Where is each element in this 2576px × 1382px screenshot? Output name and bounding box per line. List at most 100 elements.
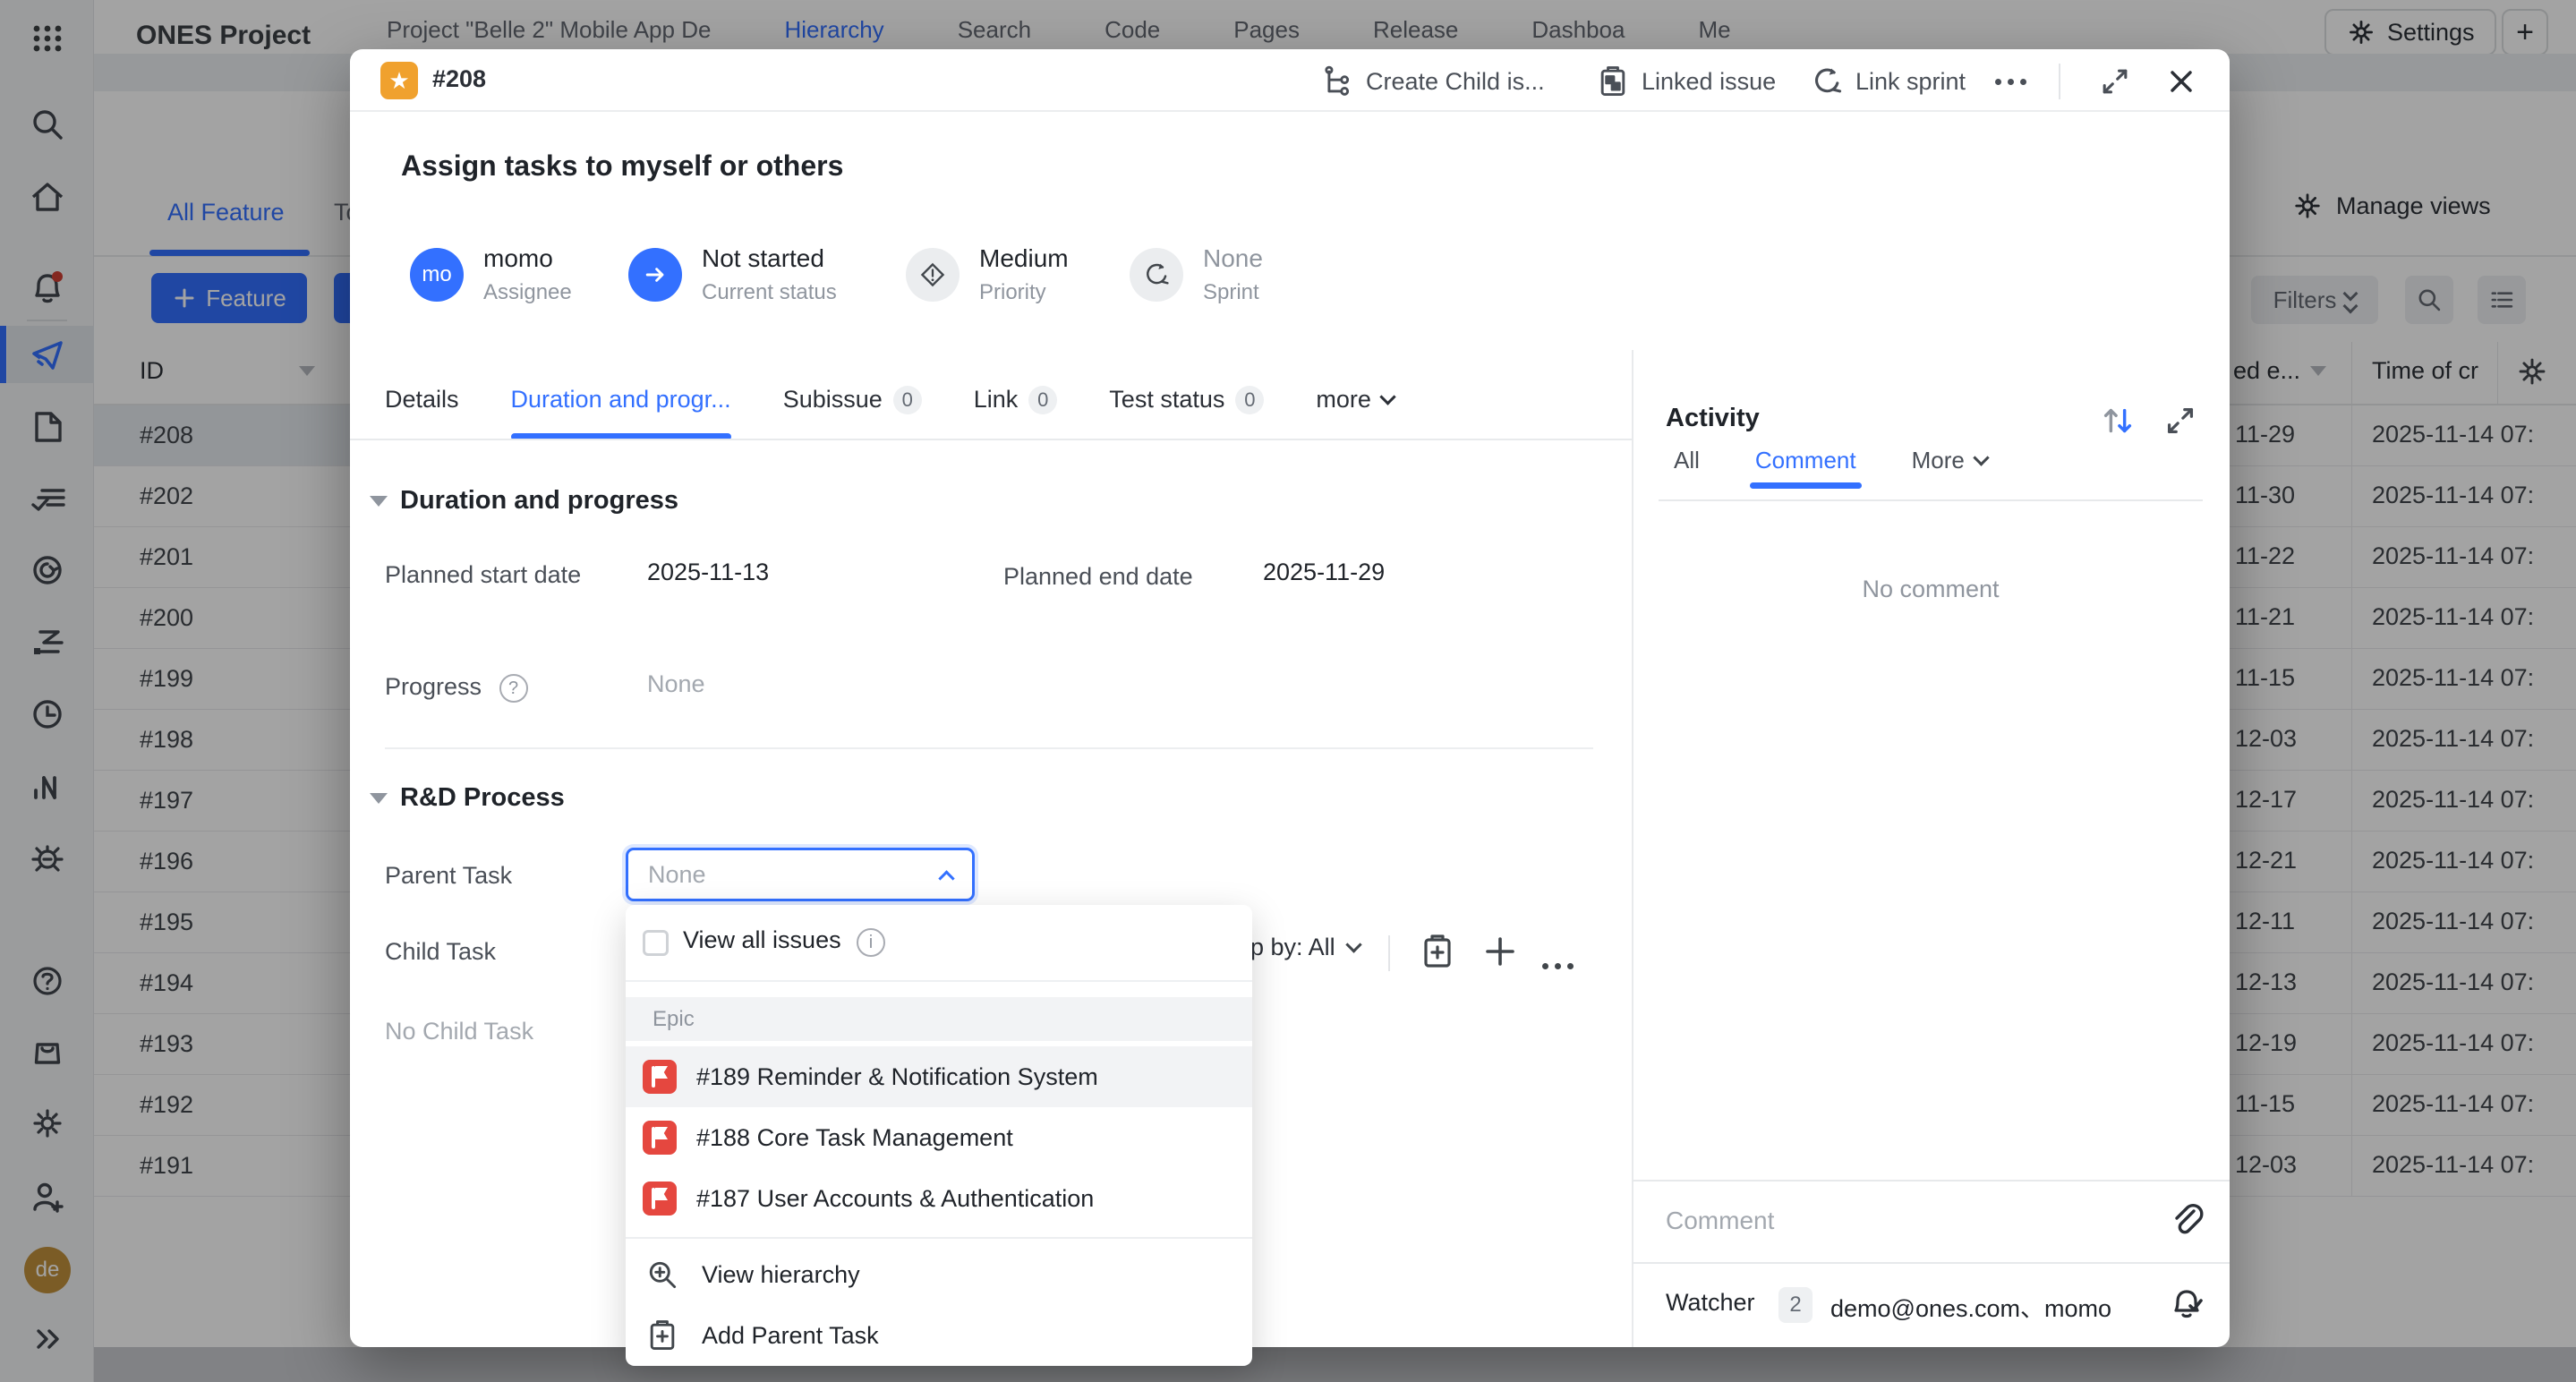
planned-end-label: Planned end date: [1003, 563, 1193, 590]
no-comment-text: No comment: [1862, 576, 2000, 602]
progress-value[interactable]: None: [647, 670, 705, 698]
chevron-down-icon: [1344, 936, 1362, 953]
planned-end-value[interactable]: 2025-11-29: [1263, 559, 1385, 586]
child-task-label: Child Task: [385, 938, 497, 965]
sprint-label: Sprint: [1203, 280, 1259, 304]
assignee-label: Assignee: [483, 280, 572, 304]
subissue-badge: 0: [892, 385, 922, 414]
issue-id: #208: [432, 65, 487, 92]
priority-attribute[interactable]: Medium Priority: [906, 243, 1069, 307]
copy-add-clipboard-icon[interactable]: [1418, 932, 1457, 971]
activity-tab-all[interactable]: All: [1674, 447, 1700, 489]
priority-label: Priority: [979, 280, 1046, 304]
dropdown-option[interactable]: #187 User Accounts & Authentication: [626, 1168, 1252, 1229]
sprint-value: None: [1203, 244, 1263, 272]
epic-flag-icon: [643, 1060, 677, 1094]
create-child-label: Create Child is...: [1366, 67, 1545, 95]
attachment-paperclip-icon[interactable]: [2167, 1201, 2206, 1245]
chevron-down-icon: [1973, 449, 1990, 466]
assignee-avatar: mo: [410, 248, 464, 302]
activity-tabs-border: [1659, 499, 2203, 501]
tab-test-status[interactable]: Test status 0: [1109, 359, 1265, 440]
tab-details[interactable]: Details: [385, 359, 459, 440]
tabs-border: [350, 439, 1632, 440]
test-status-badge: 0: [1235, 385, 1265, 414]
add-child-plus-icon[interactable]: [1480, 932, 1520, 971]
activity-tab-comment[interactable]: Comment: [1749, 447, 1862, 489]
create-child-button[interactable]: Create Child is...: [1319, 62, 1545, 101]
dropdown-option[interactable]: #189 Reminder & Notification System: [626, 1046, 1252, 1107]
planned-start-label: Planned start date: [385, 561, 582, 588]
duration-section-heading[interactable]: Duration and progress: [370, 486, 678, 516]
add-parent-task-action[interactable]: Add Parent Task: [626, 1305, 1252, 1366]
parent-task-value: None: [648, 860, 706, 888]
issue-title: Assign tasks to myself or others: [401, 149, 844, 182]
modal-header: ★ #208 Create Child is... Linked issue L…: [350, 49, 2230, 112]
screen: de ONES Project Project "Belle 2" Mobile…: [0, 0, 2576, 1382]
subtree-icon: [1325, 65, 1350, 96]
child-task-more-button[interactable]: [1542, 946, 1582, 985]
view-all-label[interactable]: View all issues: [683, 926, 841, 954]
comment-input[interactable]: Comment: [1632, 1180, 2230, 1262]
sprint-attribute[interactable]: None Sprint: [1130, 243, 1263, 307]
view-hierarchy-label: View hierarchy: [702, 1260, 860, 1288]
rd-section-heading[interactable]: R&D Process: [370, 783, 565, 813]
link-sprint-button[interactable]: Link sprint: [1809, 62, 1966, 101]
linked-issue-label: Linked issue: [1642, 67, 1777, 95]
option-label: #189 Reminder & Notification System: [696, 1062, 1098, 1090]
dropdown-option[interactable]: #188 Core Task Management: [626, 1107, 1252, 1168]
more-actions-button[interactable]: [1995, 62, 2026, 101]
watch-bell-check-icon[interactable]: [2167, 1284, 2206, 1329]
child-task-toolbar-divider: [1388, 935, 1390, 971]
dropdown-options: #189 Reminder & Notification System #188…: [626, 1046, 1252, 1229]
view-all-checkbox[interactable]: [643, 930, 669, 956]
linked-issue-button[interactable]: Linked issue: [1595, 62, 1776, 101]
link-badge: 0: [1028, 385, 1058, 414]
sprint-icon: [1815, 68, 1842, 93]
option-label: #188 Core Task Management: [696, 1123, 1013, 1151]
activity-tab-more[interactable]: More: [1912, 447, 1990, 489]
activity-title: Activity: [1666, 404, 1760, 432]
status-attribute[interactable]: Not started Current status: [628, 243, 837, 307]
link-sprint-label: Link sprint: [1855, 67, 1966, 95]
dropdown-divider: [626, 1237, 1252, 1239]
dropdown-group-header: Epic: [626, 997, 1252, 1041]
option-label: #187 User Accounts & Authentication: [696, 1184, 1095, 1212]
chevron-up-icon: [938, 869, 955, 887]
close-modal-button[interactable]: [2163, 62, 2199, 101]
planned-start-value[interactable]: 2025-11-13: [647, 559, 769, 586]
header-divider: [2059, 64, 2060, 99]
epic-flag-icon: [643, 1121, 677, 1155]
view-hierarchy-action[interactable]: View hierarchy: [626, 1244, 1252, 1305]
comment-placeholder: Comment: [1666, 1207, 1775, 1234]
collapse-triangle-icon: [370, 495, 388, 507]
sort-order-icon[interactable]: [2099, 402, 2137, 439]
parent-task-label: Parent Task: [385, 862, 513, 889]
tab-more[interactable]: more: [1316, 359, 1396, 440]
tab-subissue[interactable]: Subissue 0: [783, 359, 922, 440]
expand-modal-button[interactable]: [2097, 62, 2133, 101]
expand-activity-icon[interactable]: [2162, 402, 2199, 439]
watcher-label: Watcher: [1666, 1289, 1755, 1316]
status-label: Current status: [702, 280, 837, 304]
priority-diamond-icon: [906, 248, 960, 302]
add-parent-label: Add Parent Task: [702, 1321, 879, 1349]
tab-duration[interactable]: Duration and progr...: [510, 359, 731, 440]
no-child-task-text: No Child Task: [385, 1018, 534, 1045]
epic-flag-icon: [643, 1182, 677, 1216]
collapse-triangle-icon: [370, 792, 388, 804]
watcher-names[interactable]: demo@ones.com、momo: [1830, 1289, 2111, 1324]
assignee-attribute[interactable]: mo momo Assignee: [410, 243, 572, 307]
clipboard-plus-icon: [650, 1320, 675, 1350]
tab-link[interactable]: Link 0: [974, 359, 1058, 440]
issue-type-star-icon: ★: [380, 62, 418, 99]
modal-tabs: Details Duration and progr... Subissue 0 …: [385, 359, 1396, 440]
parent-task-select[interactable]: None: [626, 848, 975, 901]
linked-issue-icon: [1600, 66, 1625, 96]
status-value: Not started: [702, 244, 824, 272]
close-icon: [2171, 71, 2192, 92]
progress-help-icon[interactable]: ?: [499, 673, 528, 703]
progress-label: Progress ?: [385, 669, 528, 704]
sprint-icon: [1130, 248, 1183, 302]
chevron-down-icon: [1379, 388, 1396, 405]
